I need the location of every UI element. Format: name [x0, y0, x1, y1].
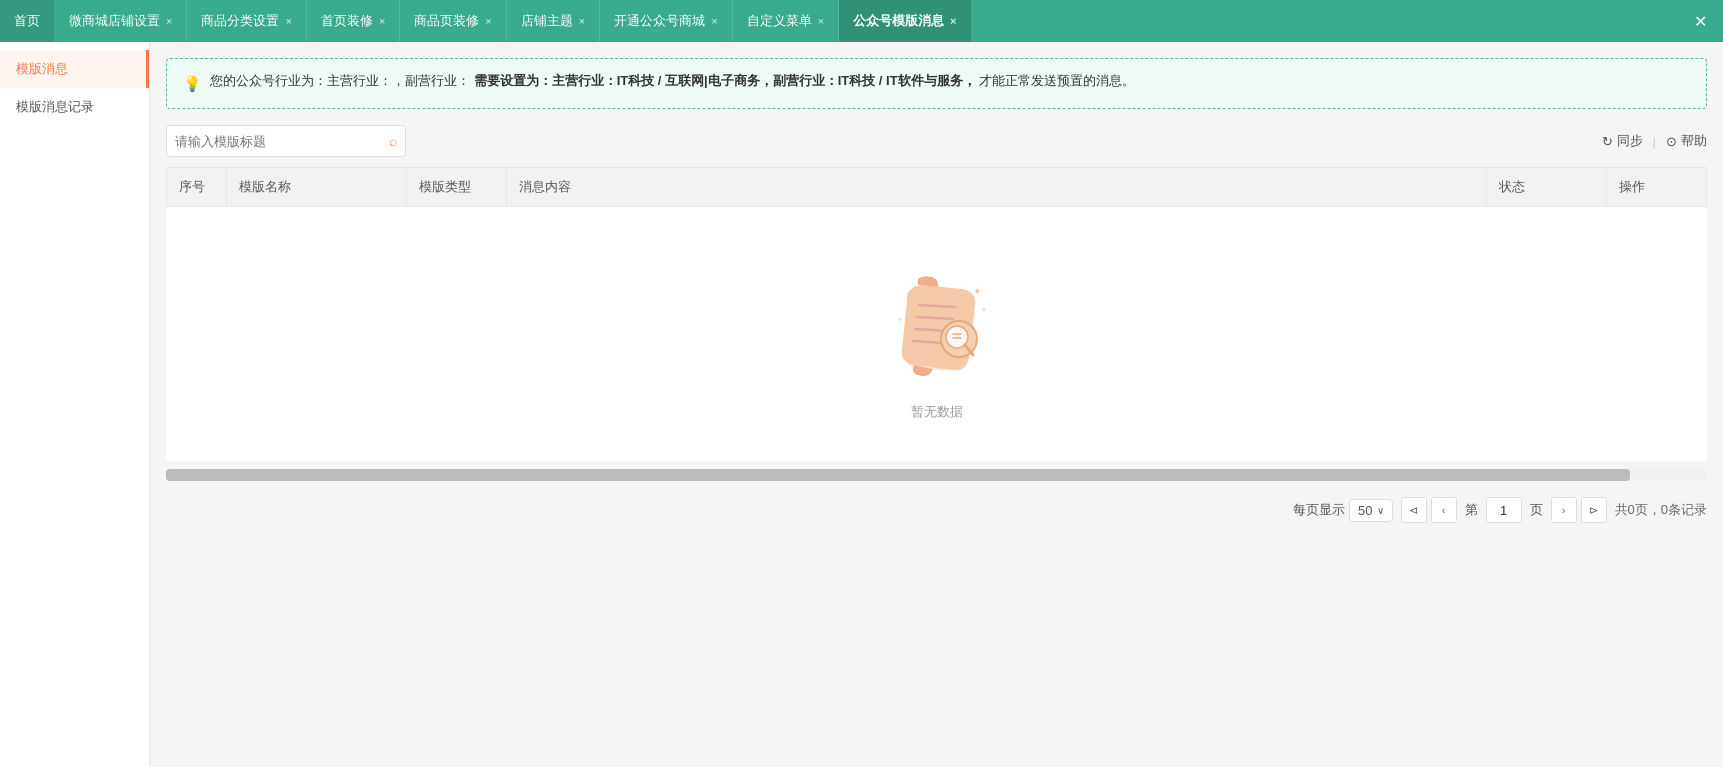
empty-row: ✦ ✦ ✦ 暂无数据 — [167, 207, 1707, 462]
tab-home-deco[interactable]: 首页装修 × — [307, 0, 400, 42]
page-size-value: 50 — [1358, 503, 1372, 518]
page-size-chevron-icon: ∨ — [1377, 505, 1384, 516]
search-input-wrap[interactable]: ⌕ — [166, 125, 406, 157]
page-size-label: 每页显示 — [1293, 501, 1345, 519]
sidebar-item-template[interactable]: 模版消息 — [0, 50, 149, 88]
page-size-dropdown[interactable]: 50 ∨ — [1349, 499, 1392, 522]
tab-custom-menu-label: 自定义菜单 — [747, 12, 812, 30]
col-name: 模版名称 — [227, 168, 407, 207]
toolbar-divider: | — [1653, 134, 1656, 149]
empty-illustration: ✦ ✦ ✦ — [877, 267, 997, 387]
col-content: 消息内容 — [507, 168, 1487, 207]
table-header-row: 序号 模版名称 模版类型 消息内容 状态 操作 — [167, 168, 1707, 207]
col-action: 操作 — [1607, 168, 1707, 207]
svg-text:✦: ✦ — [981, 306, 987, 313]
search-button[interactable]: ⌕ — [389, 133, 397, 149]
help-button[interactable]: ⊙ 帮助 — [1666, 132, 1707, 150]
page-first-button[interactable]: ⊲ — [1401, 497, 1427, 523]
sidebar-item-template-record[interactable]: 模版消息记录 — [0, 88, 149, 126]
tab-bar: 首页 微商城店铺设置 × 商品分类设置 × 首页装修 × 商品页装修 × 店铺主… — [0, 0, 1723, 42]
tab-template-msg-close[interactable]: × — [950, 16, 956, 27]
tab-category[interactable]: 商品分类设置 × — [187, 0, 306, 42]
tab-open-mall-close[interactable]: × — [711, 16, 717, 27]
tab-custom-menu[interactable]: 自定义菜单 × — [733, 0, 839, 42]
svg-text:✦: ✦ — [973, 286, 981, 297]
page-size-select: 每页显示 50 ∨ — [1293, 499, 1392, 522]
notice-prefix: 您的公众号行业为：主营行业：，副营行业： — [210, 73, 470, 88]
notice-box: 💡 您的公众号行业为：主营行业：，副营行业： 需要设置为：主营行业：IT科技 /… — [166, 58, 1707, 109]
col-index: 序号 — [167, 168, 227, 207]
svg-text:✦: ✦ — [897, 316, 903, 323]
search-row: ⌕ ↻ 同步 | ⊙ 帮助 — [166, 125, 1707, 157]
tab-custom-menu-close[interactable]: × — [818, 16, 824, 27]
notice-highlight: 需要设置为：主营行业：IT科技 / 互联网|电子商务，副营行业：IT科技 / I… — [474, 73, 976, 88]
data-table: 序号 模版名称 模版类型 消息内容 状态 操作 — [166, 167, 1707, 461]
sidebar: 模版消息 模版消息记录 — [0, 42, 150, 767]
content-area: 💡 您的公众号行业为：主营行业：，副营行业： 需要设置为：主营行业：IT科技 /… — [150, 42, 1723, 767]
tab-open-mall[interactable]: 开通公众号商城 × — [600, 0, 732, 42]
tab-product-deco-close[interactable]: × — [485, 16, 491, 27]
page-last-button[interactable]: ⊳ — [1581, 497, 1607, 523]
page-label-post: 页 — [1530, 501, 1543, 519]
tab-home-label: 首页 — [14, 12, 40, 30]
page-total: 共0页，0条记录 — [1615, 501, 1707, 519]
tab-wechat-shop-label: 微商城店铺设置 — [69, 12, 160, 30]
tab-bar-close-all[interactable]: ✕ — [1678, 0, 1723, 42]
search-input[interactable] — [175, 134, 385, 149]
empty-state: ✦ ✦ ✦ 暂无数据 — [167, 207, 1707, 461]
tab-wechat-shop[interactable]: 微商城店铺设置 × — [55, 0, 187, 42]
pagination-row: 每页显示 50 ∨ ⊲ ‹ 第 页 › ⊳ 共0页，0条记录 — [166, 497, 1707, 523]
col-type: 模版类型 — [407, 168, 507, 207]
page-label-pre: 第 — [1465, 501, 1478, 519]
table-scroll-thumb[interactable] — [166, 469, 1630, 481]
col-status: 状态 — [1487, 168, 1607, 207]
tab-shop-theme[interactable]: 店铺主题 × — [507, 0, 600, 42]
tab-home-deco-label: 首页装修 — [321, 12, 373, 30]
help-icon: ⊙ — [1666, 134, 1677, 149]
page-nav: ⊲ ‹ 第 页 › ⊳ — [1401, 497, 1607, 523]
sync-button[interactable]: ↻ 同步 — [1602, 132, 1643, 150]
page-next-button[interactable]: › — [1551, 497, 1577, 523]
tab-category-close[interactable]: × — [285, 16, 291, 27]
notice-icon: 💡 — [183, 72, 202, 96]
tab-product-deco-label: 商品页装修 — [414, 12, 479, 30]
table-scrollbar[interactable] — [166, 469, 1707, 481]
toolbar-right: ↻ 同步 | ⊙ 帮助 — [1602, 132, 1707, 150]
sync-icon: ↻ — [1602, 134, 1613, 149]
page-input[interactable] — [1486, 497, 1522, 523]
tab-template-msg-label: 公众号模版消息 — [853, 12, 944, 30]
tab-shop-theme-label: 店铺主题 — [521, 12, 573, 30]
tab-home[interactable]: 首页 — [0, 0, 55, 42]
tab-template-msg[interactable]: 公众号模版消息 × — [839, 0, 971, 42]
empty-text: 暂无数据 — [911, 403, 963, 421]
tab-shop-theme-close[interactable]: × — [579, 16, 585, 27]
notice-suffix: 才能正常发送预置的消息。 — [979, 73, 1135, 88]
tab-wechat-shop-close[interactable]: × — [166, 16, 172, 27]
tab-product-deco[interactable]: 商品页装修 × — [400, 0, 506, 42]
tab-category-label: 商品分类设置 — [201, 12, 279, 30]
tab-open-mall-label: 开通公众号商城 — [614, 12, 705, 30]
main-layout: 模版消息 模版消息记录 💡 您的公众号行业为：主营行业：，副营行业： 需要设置为… — [0, 42, 1723, 767]
tab-home-deco-close[interactable]: × — [379, 16, 385, 27]
page-prev-button[interactable]: ‹ — [1431, 497, 1457, 523]
